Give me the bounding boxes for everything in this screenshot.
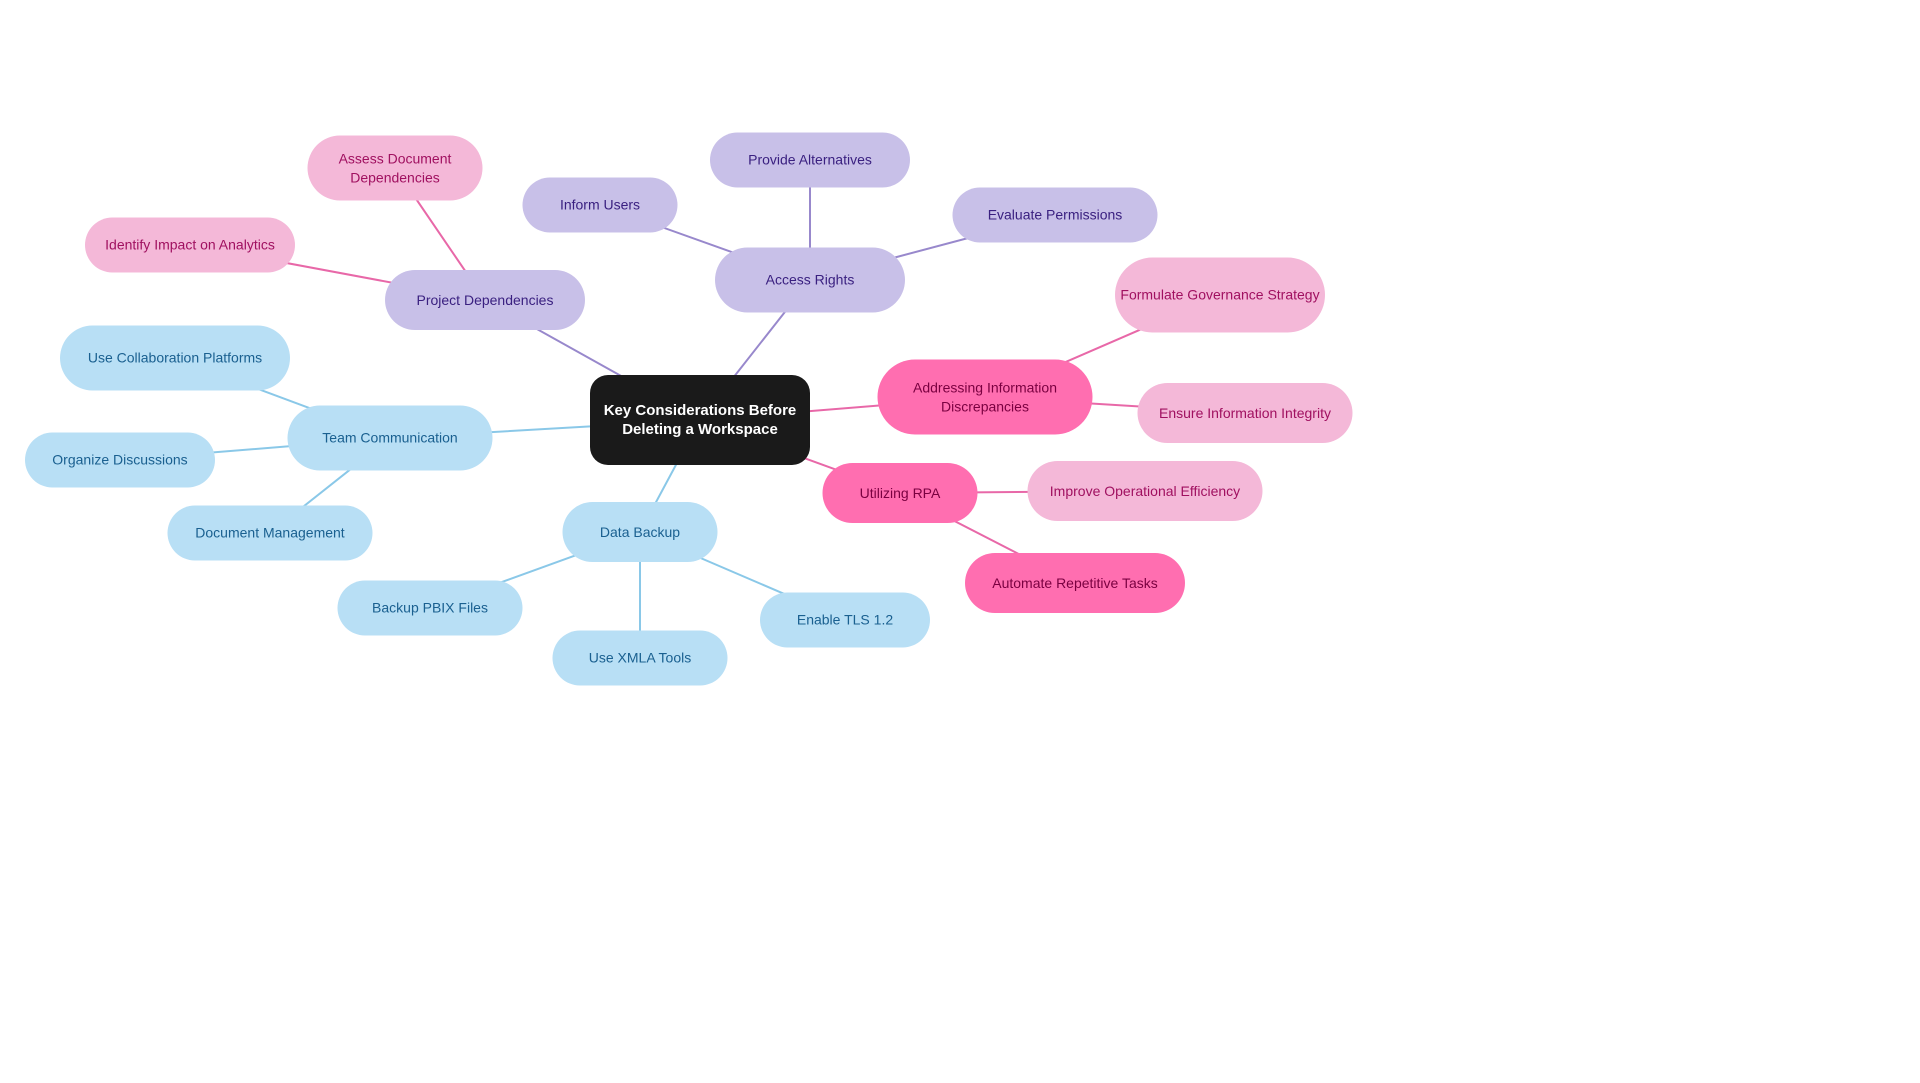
node-use-collab[interactable]: Use Collaboration Platforms [60,326,290,391]
node-label-use-collab: Use Collaboration Platforms [84,347,266,369]
center-node[interactable]: Key Considerations Before Deleting a Wor… [590,375,810,465]
node-label-document-management: Document Management [191,522,348,544]
node-automate-tasks[interactable]: Automate Repetitive Tasks [965,553,1185,613]
node-label-formulate-governance: Formulate Governance Strategy [1116,284,1323,306]
node-ensure-integrity[interactable]: Ensure Information Integrity [1138,383,1353,443]
node-improve-efficiency[interactable]: Improve Operational Efficiency [1028,461,1263,521]
node-label-data-backup: Data Backup [596,521,684,543]
node-assess-doc-deps[interactable]: Assess Document Dependencies [308,136,483,201]
node-backup-pbix[interactable]: Backup PBIX Files [338,581,523,636]
node-provide-alternatives[interactable]: Provide Alternatives [710,133,910,188]
node-label-organize-discussions: Organize Discussions [48,449,191,471]
node-utilizing-rpa[interactable]: Utilizing RPA [823,463,978,523]
node-evaluate-permissions[interactable]: Evaluate Permissions [953,188,1158,243]
node-label-project-dependencies: Project Dependencies [413,289,558,311]
node-label-provide-alternatives: Provide Alternatives [744,149,876,171]
center-label: Key Considerations Before Deleting a Wor… [590,399,810,442]
node-label-evaluate-permissions: Evaluate Permissions [984,204,1127,226]
node-label-enable-tls: Enable TLS 1.2 [793,609,897,631]
node-label-improve-efficiency: Improve Operational Efficiency [1046,480,1244,502]
node-enable-tls[interactable]: Enable TLS 1.2 [760,593,930,648]
node-use-xmla[interactable]: Use XMLA Tools [553,631,728,686]
node-label-utilizing-rpa: Utilizing RPA [856,482,945,504]
node-identify-impact[interactable]: Identify Impact on Analytics [85,218,295,273]
node-formulate-governance[interactable]: Formulate Governance Strategy [1115,258,1325,333]
node-label-inform-users: Inform Users [556,194,644,216]
node-data-backup[interactable]: Data Backup [563,502,718,562]
node-label-addressing-discrepancies: Addressing Information Discrepancies [878,377,1093,417]
node-label-team-communication: Team Communication [318,427,461,449]
node-document-management[interactable]: Document Management [168,506,373,561]
node-label-assess-doc-deps: Assess Document Dependencies [308,148,483,188]
node-project-dependencies[interactable]: Project Dependencies [385,270,585,330]
node-label-identify-impact: Identify Impact on Analytics [101,234,279,256]
node-label-automate-tasks: Automate Repetitive Tasks [988,572,1162,594]
node-access-rights[interactable]: Access Rights [715,248,905,313]
node-inform-users[interactable]: Inform Users [523,178,678,233]
node-team-communication[interactable]: Team Communication [288,406,493,471]
node-organize-discussions[interactable]: Organize Discussions [25,433,215,488]
node-label-use-xmla: Use XMLA Tools [585,647,695,669]
node-label-ensure-integrity: Ensure Information Integrity [1155,402,1335,424]
node-label-access-rights: Access Rights [762,269,859,291]
node-label-backup-pbix: Backup PBIX Files [368,597,492,619]
node-addressing-discrepancies[interactable]: Addressing Information Discrepancies [878,360,1093,435]
